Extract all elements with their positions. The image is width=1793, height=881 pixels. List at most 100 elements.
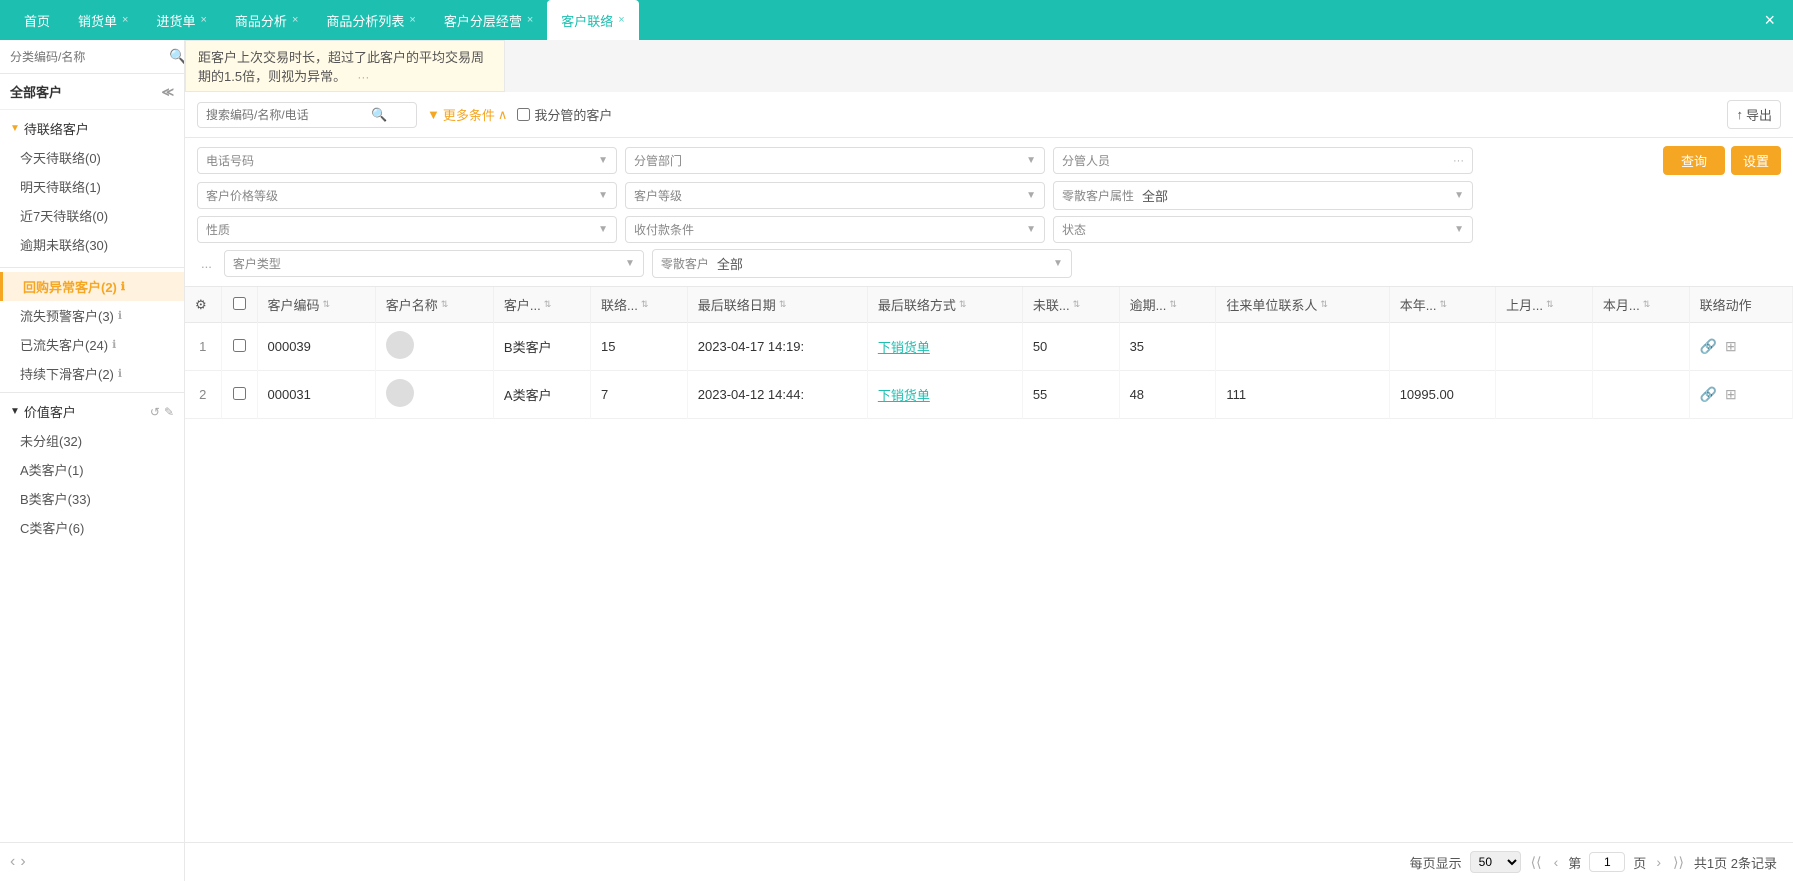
main-search-input[interactable] xyxy=(206,108,366,122)
filter-gender-field[interactable]: 性质 ▼ xyxy=(197,216,617,243)
sidebar-next-icon[interactable]: › xyxy=(20,853,25,871)
filter-gender-arrow: ▼ xyxy=(598,224,608,235)
tooltip-more-icon[interactable]: ··· xyxy=(357,70,369,84)
row-unit-contact-2: 111 xyxy=(1216,371,1389,419)
sidebar-collapse-icon[interactable]: ≪ xyxy=(161,85,174,99)
th-code[interactable]: 客户编码 ⇅ xyxy=(257,287,375,323)
sidebar-item-declining[interactable]: 持续下滑客户(2) ℹ xyxy=(0,359,184,388)
action-link-icon-2[interactable]: 🔗 xyxy=(1700,386,1717,403)
next-page-button[interactable]: › xyxy=(1654,854,1663,870)
sort-method-icon: ⇅ xyxy=(959,299,967,310)
filter-status-arrow: ▼ xyxy=(1454,224,1464,235)
main-search-icon[interactable]: 🔍 xyxy=(371,107,387,123)
nav-item-sales[interactable]: 销货单 × xyxy=(64,0,142,40)
th-settings[interactable]: ⚙ xyxy=(185,287,221,323)
row-last-date-1: 2023-04-17 14:19: xyxy=(687,323,867,371)
nav-item-customer-contact[interactable]: 客户联络 × xyxy=(547,0,638,40)
sidebar-item-ungrouped[interactable]: 未分组(32) xyxy=(0,426,184,455)
close-customer-contact-icon[interactable]: × xyxy=(618,14,624,26)
close-window-button[interactable]: × xyxy=(1756,10,1783,31)
select-all-checkbox[interactable] xyxy=(233,297,246,310)
page-input[interactable] xyxy=(1589,852,1625,872)
filter-price-level-field[interactable]: 客户价格等级 ▼ xyxy=(197,182,617,209)
row-method-link-1[interactable]: 下销货单 xyxy=(878,340,930,355)
sort-unit-icon: ⇅ xyxy=(1320,299,1328,310)
sort-overdue-icon: ⇅ xyxy=(1169,299,1177,310)
th-contact-count[interactable]: 联络... ⇅ xyxy=(591,287,688,323)
sidebar-search-input[interactable] xyxy=(10,50,165,64)
filter-row-2: 客户价格等级 ▼ 客户等级 ▼ 零散客户属性 全部 ▼ xyxy=(197,181,1781,210)
close-product-analysis-icon[interactable]: × xyxy=(292,14,298,26)
close-customer-tier-icon[interactable]: × xyxy=(527,14,533,26)
sidebar-group-pending-header[interactable]: ▼ 待联络客户 xyxy=(0,114,184,143)
settings-button[interactable]: 设置 xyxy=(1731,146,1781,175)
th-customer-type[interactable]: 客户... ⇅ xyxy=(493,287,590,323)
action-link-icon-1[interactable]: 🔗 xyxy=(1700,338,1717,355)
last-page-button[interactable]: ⟩⟩ xyxy=(1671,854,1686,871)
my-customers-checkbox[interactable] xyxy=(517,108,530,121)
nav-item-home[interactable]: 首页 xyxy=(10,0,64,40)
query-button[interactable]: 查询 xyxy=(1663,146,1725,175)
th-unliaised[interactable]: 未联... ⇅ xyxy=(1022,287,1119,323)
close-purchase-icon[interactable]: × xyxy=(200,14,206,26)
info-icon-1: ℹ xyxy=(118,309,122,322)
nav-item-purchase[interactable]: 进货单 × xyxy=(142,0,220,40)
prev-page-button[interactable]: ‹ xyxy=(1552,854,1561,870)
filter-customer-type-field[interactable]: 客户类型 ▼ xyxy=(224,250,644,277)
filter-retail-attr-field[interactable]: 零散客户属性 全部 ▼ xyxy=(1053,181,1473,210)
sidebar-all-customers-header[interactable]: 全部客户 ≪ xyxy=(0,74,184,110)
th-overdue[interactable]: 逾期... ⇅ xyxy=(1119,287,1216,323)
row-1-checkbox[interactable] xyxy=(233,339,246,352)
first-page-button[interactable]: ⟨⟨ xyxy=(1529,854,1544,871)
sidebar-item-loss-warning[interactable]: 流失预警客户(3) ℹ xyxy=(0,301,184,330)
filter-dept-field[interactable]: 分管部门 ▼ xyxy=(625,147,1045,174)
filter-status-field[interactable]: 状态 ▼ xyxy=(1053,216,1473,243)
sort-tmonth-icon: ⇅ xyxy=(1643,299,1651,310)
sidebar-item-lost[interactable]: 已流失客户(24) ℹ xyxy=(0,330,184,359)
row-method-link-2[interactable]: 下销货单 xyxy=(878,388,930,403)
close-product-list-icon[interactable]: × xyxy=(409,14,415,26)
th-this-year[interactable]: 本年... ⇅ xyxy=(1389,287,1495,323)
sort-code-icon: ⇅ xyxy=(323,299,331,310)
nav-item-product-analysis[interactable]: 商品分析 × xyxy=(221,0,312,40)
tooltip-trigger-icon[interactable]: ℹ xyxy=(121,280,125,293)
filter-more-button[interactable]: ▼ 更多条件 ∧ xyxy=(427,105,507,124)
sidebar-item-today[interactable]: 今天待联络(0) xyxy=(0,143,184,172)
sidebar-item-b-class[interactable]: B类客户(33) xyxy=(0,484,184,513)
filter-row-3: 性质 ▼ 收付款条件 ▼ 状态 ▼ xyxy=(197,216,1781,243)
th-unit-contact[interactable]: 往来单位联系人 ⇅ xyxy=(1216,287,1389,323)
nav-item-customer-tier[interactable]: 客户分层经营 × xyxy=(430,0,547,40)
table-row: 1 000039 B类客户 15 2023-04-17 14:19: xyxy=(185,323,1793,371)
sidebar-item-7days[interactable]: 近7天待联络(0) xyxy=(0,201,184,230)
close-sales-icon[interactable]: × xyxy=(122,14,128,26)
sidebar-refresh-icon[interactable]: ↺ xyxy=(150,405,160,419)
filter-customer-level-field[interactable]: 客户等级 ▼ xyxy=(625,182,1045,209)
sidebar-item-overdue[interactable]: 逾期未联络(30) xyxy=(0,230,184,259)
filter-manager-field[interactable]: 分管人员 ··· xyxy=(1053,147,1473,174)
filter-retail-customer-field[interactable]: 零散客户 全部 ▼ xyxy=(652,249,1072,278)
sidebar-edit-icon[interactable]: ✎ xyxy=(164,405,174,419)
filter-payment-label: 收付款条件 xyxy=(634,221,694,238)
th-name[interactable]: 客户名称 ⇅ xyxy=(375,287,493,323)
sidebar-prev-icon[interactable]: ‹ xyxy=(10,853,15,871)
filter-payment-field[interactable]: 收付款条件 ▼ xyxy=(625,216,1045,243)
th-last-month[interactable]: 上月... ⇅ xyxy=(1496,287,1593,323)
export-button[interactable]: ↑ 导出 xyxy=(1727,100,1781,129)
th-last-contact-date[interactable]: 最后联络日期 ⇅ xyxy=(687,287,867,323)
sidebar-item-abnormal-repurchase[interactable]: 回购异常客户(2) ℹ xyxy=(0,272,184,301)
sidebar-item-a-class[interactable]: A类客户(1) xyxy=(0,455,184,484)
settings-icon[interactable]: ⚙ xyxy=(195,297,207,313)
per-page-select[interactable]: 50 10 20 100 xyxy=(1470,851,1521,873)
sidebar-value-group[interactable]: ▼ 价值客户 ↺ ✎ xyxy=(0,397,184,426)
row-2-checkbox[interactable] xyxy=(233,387,246,400)
action-grid-icon-2[interactable]: ⊞ xyxy=(1725,386,1737,403)
th-this-month[interactable]: 本月... ⇅ xyxy=(1592,287,1689,323)
row-unliaised-2: 55 xyxy=(1022,371,1119,419)
sidebar-item-tomorrow[interactable]: 明天待联络(1) xyxy=(0,172,184,201)
filter-extra-dots[interactable]: ... xyxy=(197,256,216,271)
sidebar-item-c-class[interactable]: C类客户(6) xyxy=(0,513,184,542)
action-grid-icon-1[interactable]: ⊞ xyxy=(1725,338,1737,355)
filter-phone-field[interactable]: 电话号码 ▼ xyxy=(197,147,617,174)
nav-item-product-list[interactable]: 商品分析列表 × xyxy=(312,0,429,40)
th-last-contact-method[interactable]: 最后联络方式 ⇅ xyxy=(867,287,1022,323)
